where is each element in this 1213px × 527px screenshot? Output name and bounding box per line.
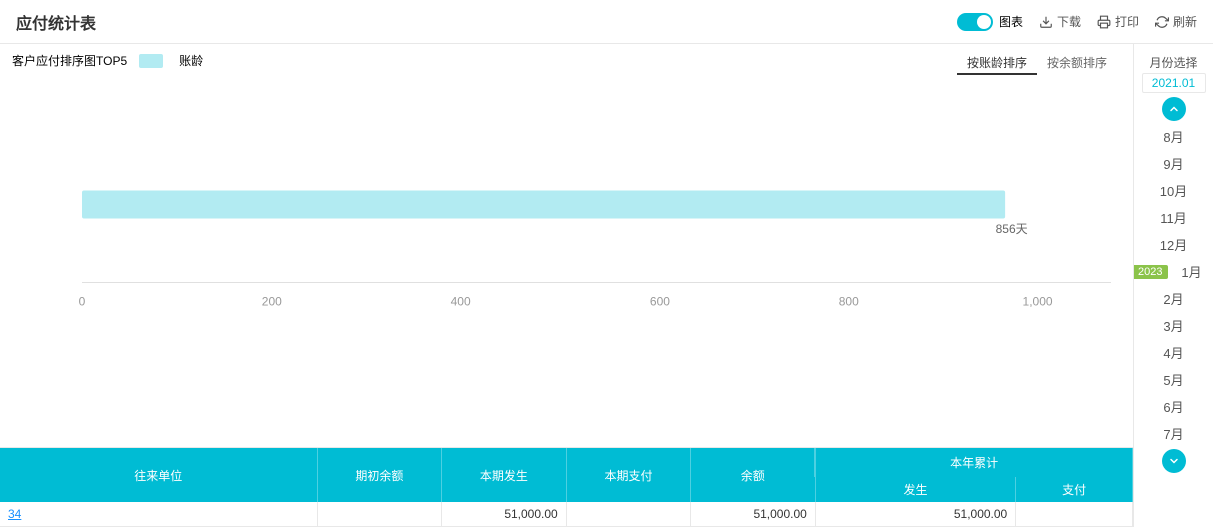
cell-ytd-pay — [1016, 502, 1133, 527]
table-wrapper: 往来单位 期初余额 本期发生 本期支付 余额 本年累计 发生 支付 — [0, 448, 1133, 527]
month-1[interactable]: 1月 — [1170, 258, 1213, 285]
data-table: 往来单位 期初余额 本期发生 本期支付 余额 本年累计 发生 支付 — [0, 448, 1133, 527]
print-label: 打印 — [1115, 13, 1139, 30]
chart-legend: 客户应付排序图TOP5 账龄 — [12, 52, 1121, 69]
th-ytd-pay: 支付 — [1016, 477, 1133, 502]
download-icon — [1039, 15, 1053, 29]
cell-unit[interactable]: 34 — [0, 502, 317, 527]
th-occur: 本期发生 — [442, 448, 567, 502]
month-7[interactable]: 7月 — [1134, 420, 1213, 447]
chart-wrapper: 34 856天 0 200 400 600 800 1,000 — [12, 77, 1121, 347]
sidebar-title: 月份选择 — [1149, 48, 1197, 73]
th-ytd-occur: 发生 — [815, 477, 1015, 502]
header: 应付统计表 图表 下载 打印 刷新 — [0, 0, 1213, 44]
sidebar: 月份选择 8月 9月 10月 11月 12月 2023 1月 2月 3月 4月 … — [1133, 44, 1213, 527]
chart-x-800: 800 — [839, 295, 859, 309]
month-11[interactable]: 11月 — [1134, 204, 1213, 231]
year-badge: 2023 — [1134, 265, 1168, 279]
th-pay: 本期支付 — [566, 448, 691, 502]
download-label: 下载 — [1057, 13, 1081, 30]
download-button[interactable]: 下载 — [1039, 13, 1081, 30]
month-2[interactable]: 2月 — [1134, 285, 1213, 312]
th-balance: 余额 — [691, 448, 816, 502]
print-icon — [1097, 15, 1111, 29]
chart-x-600: 600 — [650, 295, 670, 309]
legend-box-label: 账龄 — [179, 52, 203, 69]
legend-box — [139, 54, 163, 68]
main: 客户应付排序图TOP5 账龄 按账龄排序 按余额排序 34 — [0, 44, 1213, 527]
sidebar-year-input[interactable] — [1142, 73, 1206, 93]
month-10[interactable]: 10月 — [1134, 177, 1213, 204]
legend-text: 客户应付排序图TOP5 — [12, 52, 127, 69]
print-button[interactable]: 打印 — [1097, 13, 1139, 30]
chart-toggle[interactable] — [957, 13, 993, 31]
month-8[interactable]: 8月 — [1134, 123, 1213, 150]
chart-toggle-wrap: 图表 — [957, 13, 1023, 31]
th-unit: 往来单位 — [0, 448, 317, 502]
chart-x-0: 0 — [79, 295, 86, 309]
refresh-label: 刷新 — [1173, 13, 1197, 30]
refresh-button[interactable]: 刷新 — [1155, 13, 1197, 30]
th-ytd-group: 本年累计 — [815, 448, 1132, 477]
month-3[interactable]: 3月 — [1134, 312, 1213, 339]
sidebar-month-list: 8月 9月 10月 11月 12月 2023 1月 2月 3月 4月 5月 6月… — [1134, 123, 1213, 447]
year-badge-row: 2023 1月 — [1134, 258, 1213, 285]
content-area: 客户应付排序图TOP5 账龄 按账龄排序 按余额排序 34 — [0, 44, 1133, 527]
scroll-up-button[interactable] — [1162, 97, 1186, 121]
th-opening: 期初余额 — [317, 448, 442, 502]
chevron-up-icon — [1168, 103, 1180, 115]
chart-x-200: 200 — [262, 295, 282, 309]
chart-x-400: 400 — [451, 295, 471, 309]
month-9[interactable]: 9月 — [1134, 150, 1213, 177]
month-6[interactable]: 6月 — [1134, 393, 1213, 420]
sort-by-age-button[interactable]: 按账龄排序 — [957, 52, 1037, 75]
month-12[interactable]: 12月 — [1134, 231, 1213, 258]
chart-x-1000: 1,000 — [1023, 295, 1053, 309]
table-row: 34 51,000.00 51,000.00 51,000.00 — [0, 502, 1133, 527]
month-5[interactable]: 5月 — [1134, 366, 1213, 393]
sort-buttons: 按账龄排序 按余额排序 — [957, 52, 1117, 75]
chart-bar — [82, 191, 1005, 219]
cell-balance: 51,000.00 — [691, 502, 816, 527]
chart-svg: 34 856天 0 200 400 600 800 1,000 — [62, 87, 1111, 317]
table-section: 往来单位 期初余额 本期发生 本期支付 余额 本年累计 发生 支付 — [0, 447, 1133, 527]
chart-bar-label: 856天 — [996, 222, 1028, 236]
chevron-down-icon — [1168, 455, 1180, 467]
page-title: 应付统计表 — [16, 10, 96, 34]
refresh-icon — [1155, 15, 1169, 29]
cell-opening — [317, 502, 442, 527]
chart-toggle-label: 图表 — [999, 13, 1023, 30]
chart-section: 客户应付排序图TOP5 账龄 按账龄排序 按余额排序 34 — [0, 44, 1133, 447]
sort-by-balance-button[interactable]: 按余额排序 — [1037, 52, 1117, 75]
cell-occur: 51,000.00 — [442, 502, 567, 527]
month-4[interactable]: 4月 — [1134, 339, 1213, 366]
cell-pay — [566, 502, 691, 527]
header-actions: 图表 下载 打印 刷新 — [957, 13, 1197, 31]
app-container: 应付统计表 图表 下载 打印 刷新 — [0, 0, 1213, 527]
scroll-down-button[interactable] — [1162, 449, 1186, 473]
cell-ytd-occur: 51,000.00 — [815, 502, 1015, 527]
